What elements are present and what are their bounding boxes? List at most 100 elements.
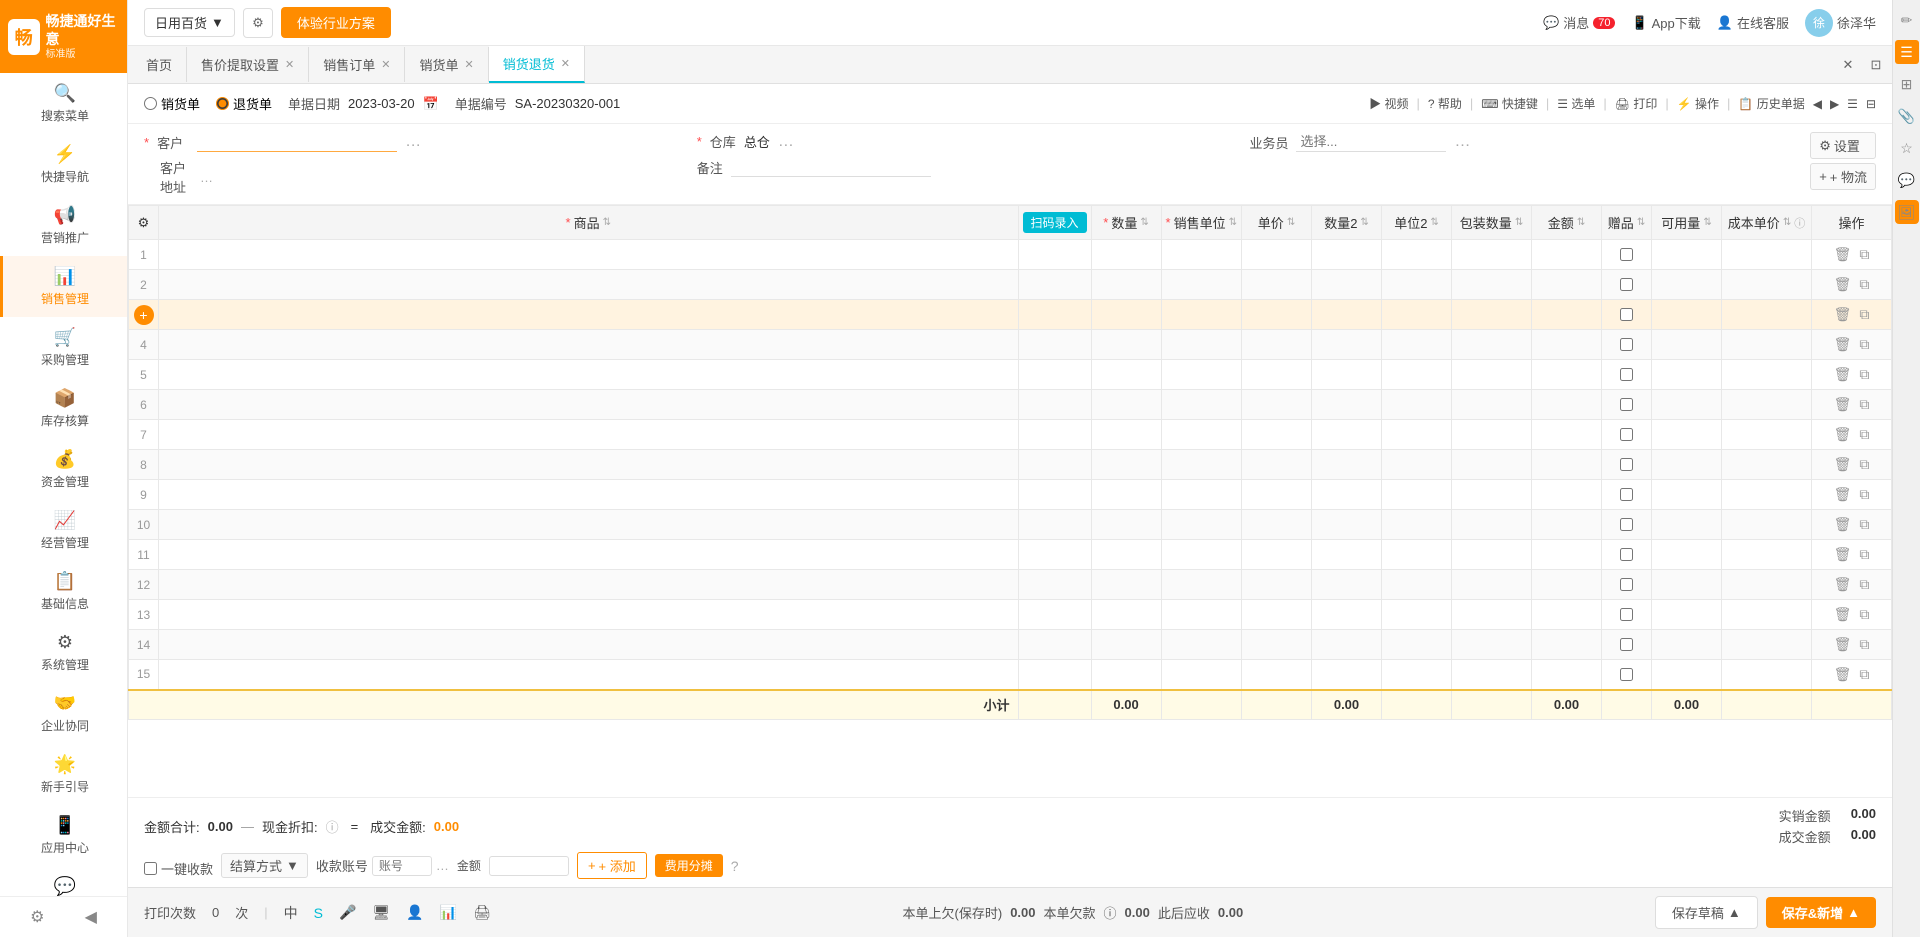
add-row-btn[interactable]: + (134, 305, 154, 325)
customer-service-btn[interactable]: 👤 在线客服 (1717, 13, 1789, 32)
video-link[interactable]: ▶ 视频 (1369, 95, 1408, 112)
sidebar-item-marketing[interactable]: 📢 营销推广 (0, 195, 127, 256)
gift-sort-icon[interactable]: ⇅ (1637, 217, 1645, 228)
save-new-btn[interactable]: 保存&新增 ▲ (1766, 897, 1876, 928)
settings-footer-btn[interactable]: ⚙ (30, 907, 44, 927)
copy-icon-10[interactable]: ⧉ (1859, 516, 1869, 533)
delete-icon-1[interactable]: 🗑 (1834, 246, 1852, 263)
delete-icon-10[interactable]: 🗑 (1834, 516, 1852, 533)
tab-sale-return[interactable]: 销货退货 ✕ (489, 46, 585, 83)
far-right-attachment-btn[interactable]: 📎 (1895, 104, 1919, 128)
radio-sale[interactable]: 销货单 (144, 94, 200, 113)
tab-home[interactable]: 首页 (132, 47, 187, 82)
gift-checkbox-6[interactable] (1620, 398, 1633, 411)
gift-cell-1[interactable] (1602, 240, 1652, 270)
unit-cell-2[interactable] (1161, 270, 1241, 300)
gift-checkbox-2[interactable] (1620, 278, 1633, 291)
tab-sale-goods-close[interactable]: ✕ (465, 58, 474, 71)
collapse-footer-btn[interactable]: ◀ (85, 907, 97, 927)
radio-sale-input[interactable] (144, 97, 157, 110)
discount-info-icon[interactable]: ⓘ (326, 817, 339, 836)
sidebar-item-enterprise[interactable]: 🤝 企业协同 (0, 683, 127, 744)
experience-btn[interactable]: 体验行业方案 (281, 7, 391, 38)
delete-icon-7[interactable]: 🗑 (1834, 426, 1852, 443)
copy-icon-9[interactable]: ⧉ (1859, 486, 1869, 503)
gift-checkbox-11[interactable] (1620, 548, 1633, 561)
sidebar-item-app-center[interactable]: 📱 应用中心 (0, 805, 127, 866)
view-detail-btn[interactable]: ⊟ (1866, 97, 1876, 111)
add-payment-btn[interactable]: + + 添加 (577, 852, 647, 879)
delete-icon-15[interactable]: 🗑 (1834, 666, 1852, 683)
product-cell-2[interactable] (159, 270, 1019, 300)
copy-icon-12[interactable]: ⧉ (1859, 576, 1869, 593)
split-help-icon[interactable]: ? (731, 858, 739, 874)
sidebar-item-quick-nav[interactable]: ⚡ 快捷导航 (0, 134, 127, 195)
delete-icon-8[interactable]: 🗑 (1834, 456, 1852, 473)
sidebar-item-newbie[interactable]: 🌟 新手引导 (0, 744, 127, 805)
add-row-cell[interactable]: + (129, 300, 159, 330)
gift-checkbox-4[interactable] (1620, 338, 1633, 351)
unit2-cell-3[interactable] (1382, 300, 1452, 330)
calendar-icon[interactable]: 📅 (423, 96, 439, 112)
sidebar-item-purchase-mgmt[interactable]: 🛒 采购管理 (0, 317, 127, 378)
amount-cell-2[interactable] (1532, 270, 1602, 300)
qty2-sort-icon[interactable]: ⇅ (1360, 217, 1368, 228)
pkg-cell-2[interactable] (1452, 270, 1532, 300)
spreadsheet-icon[interactable]: 📊 (440, 904, 457, 921)
gift-cell-2[interactable] (1602, 270, 1652, 300)
gift-checkbox-7[interactable] (1620, 428, 1633, 441)
qty2-cell-2[interactable] (1312, 270, 1382, 300)
copy-icon-6[interactable]: ⧉ (1859, 396, 1869, 413)
copy-icon-4[interactable]: ⧉ (1859, 336, 1869, 353)
screen-icon[interactable]: 🖥 (372, 904, 390, 921)
delete-icon-12[interactable]: 🗑 (1834, 576, 1852, 593)
tab-sale-price-close[interactable]: ✕ (285, 58, 294, 71)
far-right-chat-btn[interactable]: 💬 (1895, 168, 1919, 192)
sidebar-item-finance[interactable]: 💰 资金管理 (0, 439, 127, 500)
mic-icon[interactable]: 🎤 (339, 904, 356, 921)
customer-dots-btn[interactable]: … (405, 133, 421, 151)
sidebar-item-sys-mgmt[interactable]: ⚙ 系统管理 (0, 622, 127, 683)
operate-link[interactable]: ⚡ 操作 (1677, 95, 1719, 112)
far-right-edit-btn[interactable]: ✏ (1895, 8, 1919, 32)
one-click-collect-label[interactable]: 一键收款 (144, 859, 213, 878)
salesperson-input[interactable] (1296, 132, 1446, 152)
delete-icon-11[interactable]: 🗑 (1834, 546, 1852, 563)
gift-checkbox-10[interactable] (1620, 518, 1633, 531)
tab-sale-order-close[interactable]: ✕ (381, 58, 390, 71)
app-download-btn[interactable]: 📱 App下载 (1631, 13, 1700, 32)
unit-sort-icon[interactable]: ⇅ (1229, 217, 1237, 228)
price-sort-icon[interactable]: ⇅ (1287, 217, 1295, 228)
price-cell-1[interactable] (1242, 240, 1312, 270)
calc-method-select[interactable]: 结算方式 ▼ (221, 853, 308, 878)
col-scan[interactable]: 扫码录入 (1018, 206, 1091, 240)
view-list-btn[interactable]: ☰ (1847, 97, 1858, 111)
qty-cell-2[interactable] (1091, 270, 1161, 300)
gift-checkbox-3[interactable] (1620, 308, 1633, 321)
product-cell-3[interactable] (159, 300, 1019, 330)
history-link[interactable]: 📋 历史单据 (1738, 95, 1804, 112)
gift-checkbox-12[interactable] (1620, 578, 1633, 591)
salesperson-dots-btn[interactable]: … (1454, 133, 1470, 151)
far-right-image-btn[interactable]: 🖼 (1895, 200, 1919, 224)
unit2-sort-icon[interactable]: ⇅ (1430, 217, 1438, 228)
messages-btn[interactable]: 💬 消息 70 (1543, 13, 1615, 32)
tab-sale-price[interactable]: 售价提取设置 ✕ (187, 47, 309, 82)
unit2-cell-1[interactable] (1382, 240, 1452, 270)
copy-icon-3[interactable]: ⧉ (1859, 306, 1869, 323)
help-link[interactable]: ? 帮助 (1428, 95, 1462, 112)
far-right-grid-btn[interactable]: ⊞ (1895, 72, 1919, 96)
gift-checkbox-9[interactable] (1620, 488, 1633, 501)
shortcut-link[interactable]: ⌨ 快捷键 (1481, 95, 1538, 112)
amount-cell-3[interactable] (1532, 300, 1602, 330)
unit-cell-1[interactable] (1161, 240, 1241, 270)
radio-return[interactable]: 退货单 (216, 94, 272, 113)
qty2-cell-1[interactable] (1312, 240, 1382, 270)
copy-icon-5[interactable]: ⧉ (1859, 366, 1869, 383)
gift-checkbox-15[interactable] (1620, 668, 1633, 681)
delete-icon-5[interactable]: 🗑 (1834, 366, 1852, 383)
input-method-icon[interactable]: 中 (284, 903, 298, 923)
unit2-cell-2[interactable] (1382, 270, 1452, 300)
payment-amount-input[interactable] (489, 856, 569, 876)
amount-sort-icon[interactable]: ⇅ (1577, 217, 1585, 228)
